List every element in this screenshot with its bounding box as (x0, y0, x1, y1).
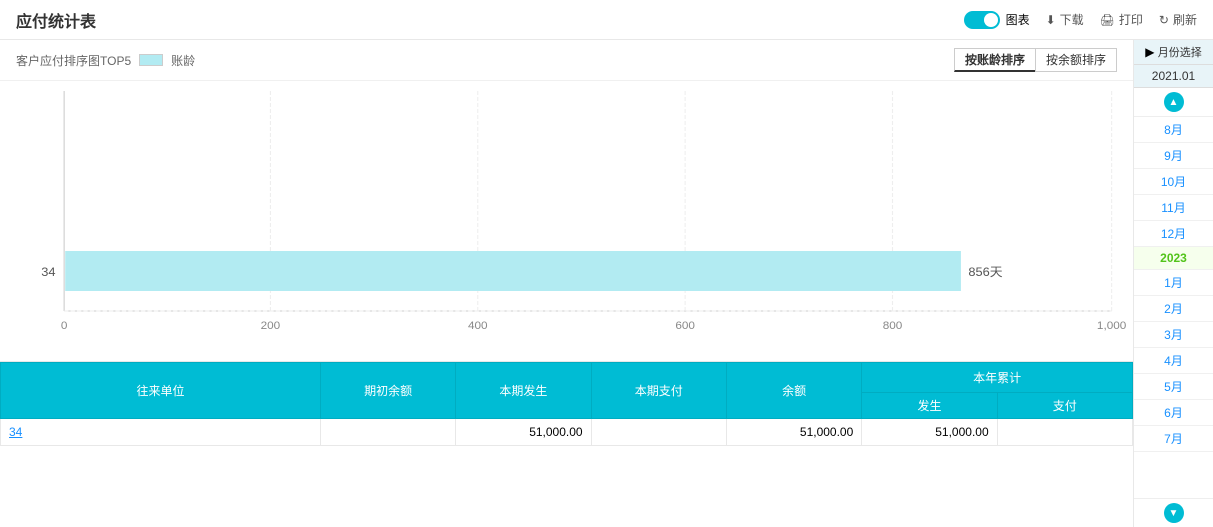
download-icon: ⬇ (1046, 13, 1056, 27)
month-item[interactable]: 11月 (1134, 195, 1213, 221)
col-payment-header: 本期支付 (591, 363, 726, 419)
legend-title: 客户应付排序图TOP5 (16, 52, 131, 69)
print-label: 打印 (1119, 11, 1143, 28)
sidebar-collapse-btn[interactable]: ▶ 月份选择 (1134, 40, 1213, 65)
legend-item-label: 账龄 (171, 52, 195, 69)
month-up-button[interactable]: ▲ (1164, 92, 1184, 112)
cell-payment (591, 419, 726, 446)
col-opening-header: 期初余额 (320, 363, 455, 419)
col-current-header: 本期发生 (456, 363, 591, 419)
month-item[interactable]: 1月 (1134, 270, 1213, 296)
month-item[interactable]: 8月 (1134, 117, 1213, 143)
svg-text:34: 34 (41, 265, 55, 279)
header-actions: 图表 ⬇ 下载 🖨 打印 ↻ 刷新 (964, 11, 1197, 29)
download-button[interactable]: ⬇ 下载 (1046, 11, 1084, 28)
page-title: 应付统计表 (16, 8, 96, 32)
chart-toggle[interactable] (964, 11, 1000, 29)
cell-ytd-pay (997, 419, 1132, 446)
svg-text:1,000: 1,000 (1097, 320, 1126, 332)
sidebar-current-month: 2021.01 (1134, 65, 1213, 88)
month-item[interactable]: 2023 (1134, 247, 1213, 270)
download-label: 下载 (1060, 11, 1084, 28)
month-sidebar: ▶ 月份选择 2021.01 ▲ 8月9月10月11月12月20231月2月3月… (1133, 40, 1213, 527)
cell-unit[interactable]: 34 (1, 419, 321, 446)
month-item[interactable]: 3月 (1134, 322, 1213, 348)
month-item[interactable]: 10月 (1134, 169, 1213, 195)
main-content: 客户应付排序图TOP5 账龄 按账龄排序 按余额排序 (0, 40, 1213, 527)
table-wrapper: 往来单位 期初余额 本期发生 本期支付 余额 本年累计 发生 支付 (0, 362, 1133, 446)
month-item[interactable]: 12月 (1134, 221, 1213, 247)
col-balance-header: 余额 (726, 363, 861, 419)
month-item[interactable]: 9月 (1134, 143, 1213, 169)
chart-sort-tabs: 按账龄排序 按余额排序 (954, 48, 1117, 72)
refresh-button[interactable]: ↻ 刷新 (1159, 11, 1197, 28)
svg-text:400: 400 (468, 320, 488, 332)
sidebar-header-label: 月份选择 (1158, 47, 1202, 59)
cell-current: 51,000.00 (456, 419, 591, 446)
col-ytd-occur-header: 发生 (862, 393, 997, 419)
svg-text:856天: 856天 (968, 265, 1002, 279)
page-header: 应付统计表 图表 ⬇ 下载 🖨 打印 ↻ 刷新 (0, 0, 1213, 40)
chart-toggle-label: 图表 (1006, 11, 1030, 28)
chart-svg: 34 856天 0 200 400 600 800 1,000 (0, 81, 1133, 361)
refresh-icon: ↻ (1159, 13, 1169, 27)
col-ytd-header: 本年累计 (862, 363, 1133, 393)
month-down-button[interactable]: ▼ (1164, 503, 1184, 523)
sort-by-balance-tab[interactable]: 按余额排序 (1035, 48, 1117, 72)
summary-table: 往来单位 期初余额 本期发生 本期支付 余额 本年累计 发生 支付 (0, 362, 1133, 446)
chart-legend: 客户应付排序图TOP5 账龄 (16, 52, 195, 69)
print-icon: 🖨 (1100, 13, 1115, 27)
month-list: 8月9月10月11月12月20231月2月3月4月5月6月7月 (1134, 117, 1213, 498)
sidebar-down-nav: ▼ (1134, 498, 1213, 527)
svg-text:800: 800 (883, 320, 903, 332)
month-item[interactable]: 4月 (1134, 348, 1213, 374)
month-item[interactable]: 2月 (1134, 296, 1213, 322)
month-item[interactable]: 6月 (1134, 400, 1213, 426)
legend-box (139, 54, 163, 66)
chart-section: 客户应付排序图TOP5 账龄 按账龄排序 按余额排序 (0, 40, 1133, 527)
sidebar-up-nav: ▲ (1134, 88, 1213, 117)
cell-ytd-occur: 51,000.00 (862, 419, 997, 446)
svg-text:600: 600 (675, 320, 695, 332)
chart-bar (65, 251, 961, 291)
chart-area: 34 856天 0 200 400 600 800 1,000 (0, 81, 1133, 361)
svg-text:0: 0 (61, 320, 68, 332)
cell-balance: 51,000.00 (726, 419, 861, 446)
col-ytd-pay-header: 支付 (997, 393, 1132, 419)
sort-by-age-tab[interactable]: 按账龄排序 (954, 48, 1035, 72)
svg-text:200: 200 (261, 320, 281, 332)
cell-opening (320, 419, 455, 446)
refresh-label: 刷新 (1173, 11, 1197, 28)
table-section: 往来单位 期初余额 本期发生 本期支付 余额 本年累计 发生 支付 (0, 361, 1133, 446)
chart-toggle-wrap: 图表 (964, 11, 1030, 29)
col-unit-header: 往来单位 (1, 363, 321, 419)
print-button[interactable]: 🖨 打印 (1100, 11, 1143, 28)
month-item[interactable]: 7月 (1134, 426, 1213, 452)
table-row: 34 51,000.00 51,000.00 51,000.00 (1, 419, 1133, 446)
month-item[interactable]: 5月 (1134, 374, 1213, 400)
chevron-right-icon: ▶ (1145, 45, 1154, 59)
chart-header: 客户应付排序图TOP5 账龄 按账龄排序 按余额排序 (0, 40, 1133, 81)
